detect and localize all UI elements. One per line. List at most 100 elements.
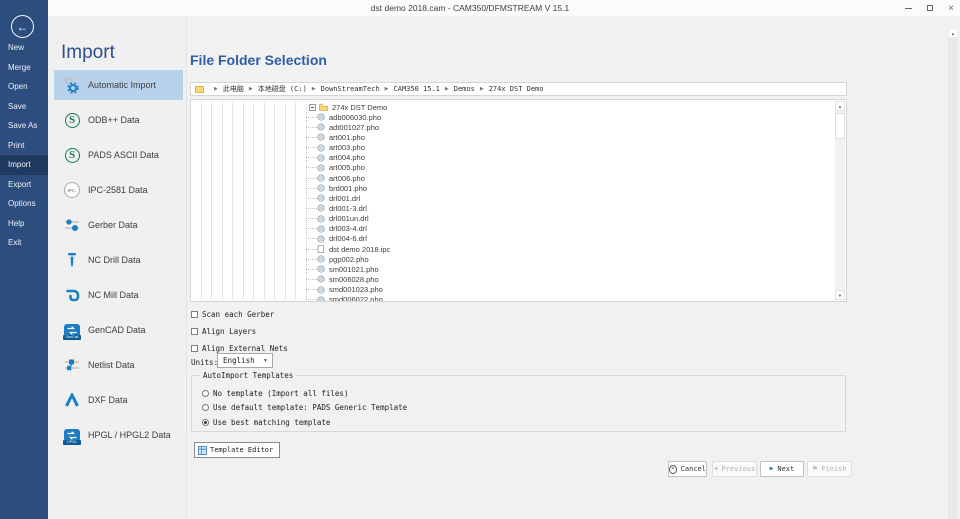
tree-connector	[306, 136, 317, 138]
tree-file-row[interactable]: dst demo 2018.ipc	[191, 244, 833, 254]
next-button[interactable]: ▶ Next	[760, 461, 804, 477]
import-item-nc-mill[interactable]: NC Mill Data	[54, 280, 183, 310]
checkbox-align-external-nets[interactable]: Align External Nets	[191, 344, 288, 353]
previous-button[interactable]: ◀ Previous	[712, 461, 757, 477]
tree-file-row[interactable]: adb006030.pho	[191, 112, 833, 122]
minimize-icon	[905, 7, 913, 9]
main-content: File Folder Selection ▶ 此电脑 ▶ 本地磁盘 (C:) …	[187, 16, 960, 519]
sidebar-item-exit[interactable]: Exit	[0, 233, 48, 253]
titlebar: dst demo 2018.cam - CAM350/DFMSTREAM V 1…	[48, 0, 960, 16]
tree-file-row[interactable]: art004.pho	[191, 153, 833, 163]
tree-file-row[interactable]: art003.pho	[191, 143, 833, 153]
tree-file-label: art006.pho	[329, 173, 365, 183]
import-item-ipc2581[interactable]: IPC. IPC-2581 Data	[54, 175, 183, 205]
tree-file-row[interactable]: drl001-3.drl	[191, 203, 833, 213]
breadcrumb-item[interactable]: 本地磁盘 (C:)	[258, 84, 307, 94]
scroll-down-icon[interactable]: ▼	[835, 290, 845, 300]
import-item-label: PADS ASCII Data	[88, 150, 159, 160]
sidebar-item-save-as[interactable]: Save As	[0, 116, 48, 136]
import-item-odb[interactable]: S ODB++ Data	[54, 105, 183, 135]
sidebar-item-export[interactable]: Export	[0, 175, 48, 195]
checkbox-icon[interactable]	[191, 328, 198, 335]
gerber-file-icon	[317, 123, 325, 131]
import-item-gencad[interactable]: GenCad GenCAD Data	[54, 315, 183, 345]
sidebar-item-help[interactable]: Help	[0, 214, 48, 234]
collapse-icon[interactable]	[309, 103, 316, 111]
chevron-right-icon: ▶	[311, 86, 316, 92]
sidebar-item-open[interactable]: Open	[0, 77, 48, 97]
arrow-left-icon: ◀	[713, 465, 718, 472]
import-item-pads[interactable]: S PADS ASCII Data	[54, 140, 183, 170]
chevron-right-icon: ▶	[444, 86, 449, 92]
restore-button[interactable]	[927, 5, 934, 11]
scroll-up-icon[interactable]: ▲	[835, 101, 845, 111]
checkbox-align-layers[interactable]: Align Layers	[191, 327, 256, 336]
import-item-label: Netlist Data	[88, 360, 135, 370]
radio-icon[interactable]	[202, 390, 209, 397]
tree-connector	[306, 126, 317, 128]
finish-button[interactable]: ⚑ Finish	[807, 461, 852, 477]
breadcrumb[interactable]: ▶ 此电脑 ▶ 本地磁盘 (C:) ▶ DownStreamTech ▶ CAM…	[190, 82, 847, 96]
checkbox-scan-each-gerber[interactable]: Scan each Gerber	[191, 310, 274, 319]
template-editor-button[interactable]: Template Editor	[194, 442, 281, 458]
tree-file-row[interactable]: brd001.pho	[191, 183, 833, 193]
import-item-label: IPC-2581 Data	[88, 185, 148, 195]
minimize-button[interactable]	[905, 7, 913, 9]
close-button[interactable]: ×	[948, 3, 954, 13]
tree-file-row[interactable]: sm001021.pho	[191, 264, 833, 274]
radio-no-template[interactable]: No template (Import all files)	[202, 389, 348, 398]
back-button[interactable]: ←	[11, 15, 34, 38]
radio-default-template[interactable]: Use default template: PADS Generic Templ…	[202, 403, 407, 412]
sidebar-item-new[interactable]: New	[0, 38, 48, 58]
tree-file-label: adt001027.pho	[329, 122, 380, 132]
sidebar-item-merge[interactable]: Merge	[0, 58, 48, 78]
breadcrumb-item[interactable]: 此电脑	[223, 84, 244, 94]
tree-file-row[interactable]: sm006028.pho	[191, 274, 833, 284]
tree-rows: 274x DST Demo adb006030.pho adt001027.ph…	[191, 102, 833, 301]
page-scrollbar[interactable]: ▲	[948, 28, 958, 519]
scrollbar-thumb[interactable]	[835, 113, 845, 139]
tree-file-row[interactable]: drl004-6.drl	[191, 234, 833, 244]
tree-file-row[interactable]: adt001027.pho	[191, 122, 833, 132]
checkbox-icon[interactable]	[191, 311, 198, 318]
scroll-up-icon[interactable]: ▲	[948, 28, 958, 38]
sidebar-nav: New Merge Open Save Save As Print Import…	[0, 38, 48, 253]
import-type-list: Automatic Import S ODB++ Data S PADS ASC…	[48, 70, 186, 455]
tree-file-row[interactable]: pgp002.pho	[191, 254, 833, 264]
tree-file-row[interactable]: smd001023.pho	[191, 285, 833, 295]
tree-file-row[interactable]: art006.pho	[191, 173, 833, 183]
breadcrumb-item[interactable]: 274x DST Demo	[489, 85, 544, 93]
tree-scrollbar[interactable]: ▲ ▼	[835, 101, 845, 300]
tree-file-row[interactable]: art001.pho	[191, 132, 833, 142]
import-item-nc-drill[interactable]: NC Drill Data	[54, 245, 183, 275]
breadcrumb-item[interactable]: DownStreamTech	[321, 85, 380, 93]
window-controls: ×	[905, 0, 954, 16]
breadcrumb-item[interactable]: Demos	[454, 85, 475, 93]
breadcrumb-item[interactable]: CAM350 15.1	[394, 85, 440, 93]
tree-file-row[interactable]: drl001un.drl	[191, 214, 833, 224]
gerber-file-icon	[317, 144, 325, 152]
import-item-netlist[interactable]: Netlist Data	[54, 350, 183, 380]
sidebar-item-print[interactable]: Print	[0, 136, 48, 156]
tree-file-row[interactable]: smd006022.pho	[191, 295, 833, 301]
radio-icon[interactable]	[202, 404, 209, 411]
import-item-hpgl[interactable]: HPGL HPGL / HPGL2 Data	[54, 420, 183, 450]
checkbox-icon[interactable]	[191, 345, 198, 352]
tree-folder-row[interactable]: 274x DST Demo	[191, 102, 833, 112]
button-label: Finish	[821, 465, 847, 473]
tree-connector	[306, 268, 317, 270]
units-dropdown[interactable]: English ▼	[217, 353, 273, 368]
import-item-dxf[interactable]: DXF Data	[54, 385, 183, 415]
cancel-button[interactable]: × Cancel	[668, 461, 707, 477]
import-item-gerber[interactable]: Gerber Data	[54, 210, 183, 240]
sidebar-item-options[interactable]: Options	[0, 194, 48, 214]
tree-file-row[interactable]: drl003-4.drl	[191, 224, 833, 234]
import-item-automatic[interactable]: Automatic Import	[54, 70, 183, 100]
sidebar-item-import[interactable]: Import	[0, 155, 48, 175]
tree-folder-label: 274x DST Demo	[332, 102, 388, 112]
sidebar-item-save[interactable]: Save	[0, 97, 48, 117]
radio-selected-icon[interactable]	[202, 419, 209, 426]
tree-file-row[interactable]: drl001.drl	[191, 193, 833, 203]
radio-best-matching-template[interactable]: Use best matching template	[202, 418, 330, 427]
tree-file-row[interactable]: art005.pho	[191, 163, 833, 173]
